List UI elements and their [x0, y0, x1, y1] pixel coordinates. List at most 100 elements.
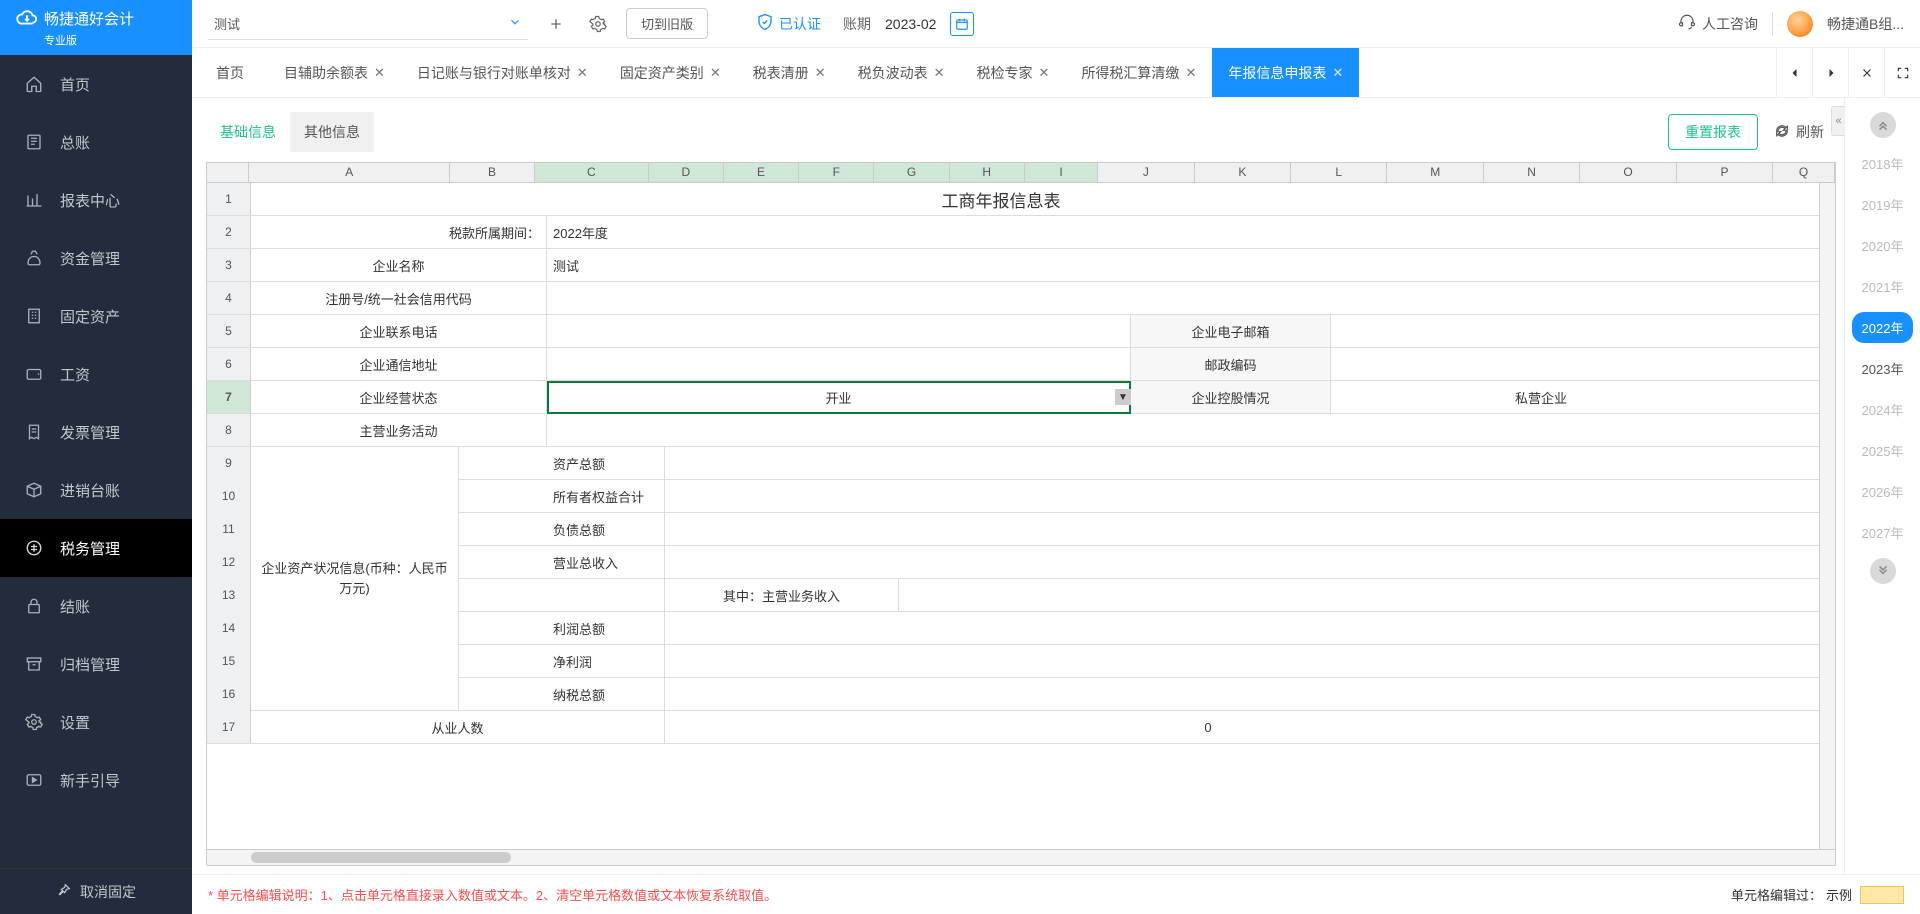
merged-label-assets[interactable]: 企业资产状况信息(币种：人民币万元) — [251, 447, 459, 711]
cell-value[interactable] — [665, 513, 1663, 545]
col-header-J[interactable]: J — [1098, 163, 1194, 182]
tabs-scroll-right[interactable] — [1812, 48, 1848, 98]
user-name[interactable]: 畅捷通B组... — [1827, 14, 1904, 34]
close-icon[interactable]: ✕ — [374, 65, 385, 81]
nav-invoice[interactable]: 发票管理 — [0, 403, 192, 461]
support-button[interactable]: 人工咨询 — [1678, 13, 1758, 34]
nav-settings[interactable]: 设置 — [0, 693, 192, 751]
row-header[interactable]: 3 — [207, 249, 251, 281]
year-2024[interactable]: 2024年 — [1852, 394, 1914, 425]
cell-label[interactable]: 营业总收入 — [547, 546, 665, 578]
nav-general-ledger[interactable]: 总账 — [0, 113, 192, 171]
nav-closing[interactable]: 结账 — [0, 577, 192, 635]
nav-home[interactable]: 首页 — [0, 55, 192, 113]
cell-value[interactable] — [665, 645, 1663, 677]
col-header-M[interactable]: M — [1387, 163, 1483, 182]
year-2027[interactable]: 2027年 — [1852, 517, 1914, 548]
scrollbar-thumb[interactable] — [251, 852, 511, 863]
cell-value[interactable]: 私营企业 — [1331, 381, 1751, 413]
cell-label[interactable]: 企业联系电话 — [251, 315, 547, 347]
cell[interactable] — [459, 480, 547, 512]
cell-value[interactable] — [547, 282, 1751, 314]
cell-value[interactable] — [665, 546, 1663, 578]
nav-inventory[interactable]: 进销台账 — [0, 461, 192, 519]
sheet-vertical-scrollbar[interactable] — [1819, 183, 1835, 849]
cell-label[interactable]: 其中：主营业务收入 — [665, 579, 899, 611]
cell-value[interactable] — [547, 414, 1751, 446]
tab-tax-book[interactable]: 税表清册✕ — [737, 48, 842, 97]
cell-label[interactable]: 企业控股情况 — [1131, 381, 1331, 413]
year-2019[interactable]: 2019年 — [1852, 189, 1914, 220]
company-selector[interactable]: 测试 — [208, 8, 528, 40]
refresh-button[interactable]: 刷新 — [1774, 122, 1836, 142]
nav-tax[interactable]: 税务管理 — [0, 519, 192, 577]
reset-report-button[interactable]: 重置报表 — [1668, 114, 1758, 150]
col-header-L[interactable]: L — [1291, 163, 1387, 182]
cell-value-selected[interactable]: 开业 — [547, 381, 1131, 413]
row-header[interactable]: 15 — [207, 645, 251, 678]
nav-salary[interactable]: 工资 — [0, 345, 192, 403]
nav-guide[interactable]: 新手引导 — [0, 751, 192, 809]
year-2020[interactable]: 2020年 — [1852, 230, 1914, 261]
tab-asset-category[interactable]: 固定资产类别✕ — [604, 48, 737, 97]
cell[interactable] — [547, 579, 665, 611]
col-header-B[interactable]: B — [450, 163, 535, 182]
tab-tax-fluctuation[interactable]: 税负波动表✕ — [842, 48, 961, 97]
sheet-horizontal-scrollbar[interactable] — [207, 849, 1835, 865]
year-2018[interactable]: 2018年 — [1852, 148, 1914, 179]
col-header-Q[interactable]: Q — [1773, 163, 1835, 182]
col-header-E[interactable]: E — [724, 163, 799, 182]
cell-value[interactable] — [665, 447, 1663, 479]
switch-old-version-button[interactable]: 切到旧版 — [626, 8, 708, 39]
cell-label[interactable]: 所有者权益合计 — [547, 480, 665, 512]
cell-label[interactable]: 企业经营状态 — [251, 381, 547, 413]
year-2026[interactable]: 2026年 — [1852, 476, 1914, 507]
tab-income-tax[interactable]: 所得税汇算清缴✕ — [1065, 48, 1212, 97]
col-header-G[interactable]: G — [874, 163, 949, 182]
cell-label[interactable]: 企业名称 — [251, 249, 547, 281]
col-header-C[interactable]: C — [535, 163, 649, 182]
tab-tax-expert[interactable]: 税检专家✕ — [961, 48, 1066, 97]
row-header[interactable]: 1 — [207, 183, 251, 215]
cell-label[interactable]: 净利润 — [547, 645, 665, 677]
user-avatar[interactable] — [1787, 11, 1813, 37]
cell-value[interactable] — [665, 612, 1663, 644]
calendar-button[interactable] — [950, 12, 974, 36]
tab-aux-balance[interactable]: 目辅助余额表✕ — [268, 48, 401, 97]
inner-tab-basic[interactable]: 基础信息 — [206, 112, 290, 152]
row-header[interactable]: 12 — [207, 546, 251, 579]
row-header[interactable]: 5 — [207, 315, 251, 347]
tab-annual-report[interactable]: 年报信息申报表✕ — [1212, 48, 1359, 97]
select-all-corner[interactable] — [207, 163, 249, 182]
cell-label[interactable]: 税款所属期间： — [251, 216, 547, 248]
cell-value[interactable] — [1331, 348, 1751, 380]
cell-label[interactable]: 纳税总额 — [547, 678, 665, 710]
row-header[interactable]: 13 — [207, 579, 251, 612]
col-header-K[interactable]: K — [1195, 163, 1291, 182]
close-icon[interactable]: ✕ — [934, 65, 945, 81]
year-2025[interactable]: 2025年 — [1852, 435, 1914, 466]
sidebar-unpin[interactable]: 取消固定 — [0, 868, 192, 914]
cell-value[interactable] — [665, 480, 1663, 512]
nav-fixed-assets[interactable]: 固定资产 — [0, 287, 192, 345]
close-icon[interactable]: ✕ — [1332, 65, 1343, 81]
col-header-H[interactable]: H — [950, 163, 1025, 182]
cell-label[interactable]: 邮政编码 — [1131, 348, 1331, 380]
cell[interactable] — [459, 447, 547, 479]
col-header-I[interactable]: I — [1025, 163, 1098, 182]
row-header[interactable]: 2 — [207, 216, 251, 248]
year-2022[interactable]: 2022年 — [1852, 312, 1914, 343]
cell-value[interactable] — [547, 315, 1131, 347]
col-header-P[interactable]: P — [1677, 163, 1773, 182]
inner-tab-other[interactable]: 其他信息 — [290, 112, 374, 152]
cell-label[interactable]: 资产总额 — [547, 447, 665, 479]
tab-bank-recon[interactable]: 日记账与银行对账单核对✕ — [401, 48, 604, 97]
cell-label[interactable]: 利润总额 — [547, 612, 665, 644]
year-rail-collapse[interactable]: « — [1831, 106, 1845, 136]
cell[interactable] — [459, 513, 547, 545]
tabs-scroll-left[interactable] — [1776, 48, 1812, 98]
cell[interactable] — [459, 612, 547, 644]
cell-value[interactable]: 测试 — [547, 249, 1751, 281]
row-header[interactable]: 11 — [207, 513, 251, 546]
year-2023[interactable]: 2023年 — [1852, 353, 1914, 384]
